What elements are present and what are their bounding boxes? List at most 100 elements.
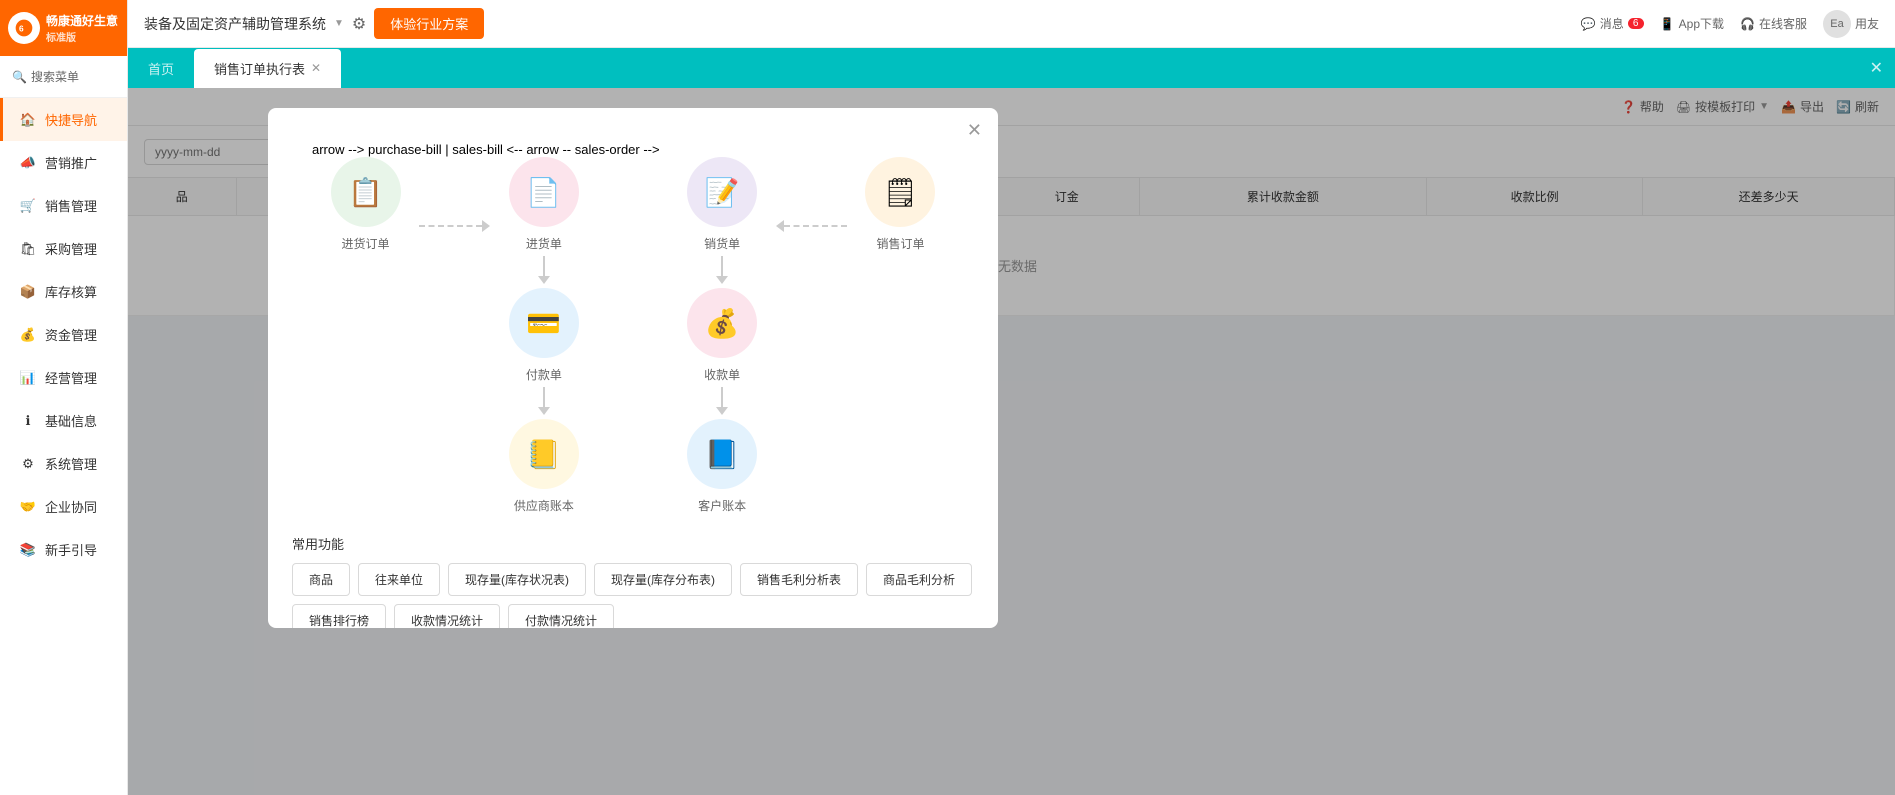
receipt-label: 收款单: [704, 366, 740, 383]
tab-sales-order[interactable]: 销售订单执行表 ✕: [194, 49, 341, 88]
sidebar-item-operations[interactable]: 📊 经营管理: [0, 356, 127, 399]
main-area: 装备及固定资产辅助管理系统 ▼ ⚙ 体验行业方案 💬 消息 6 📱 App下载 …: [128, 0, 1895, 795]
func-btn-0[interactable]: 商品: [292, 563, 350, 596]
func-btn-3[interactable]: 现存量(库存分布表): [594, 563, 732, 596]
top-header: 装备及固定资产辅助管理系统 ▼ ⚙ 体验行业方案 💬 消息 6 📱 App下载 …: [128, 0, 1895, 48]
flow-node-payment[interactable]: 💳 付款单: [490, 288, 597, 383]
purchase-bill-label: 进货单: [526, 235, 562, 252]
logo-text: 畅康通好生意 标准版: [46, 12, 118, 44]
guide-icon: 📚: [19, 541, 37, 559]
content-area: ❓ 帮助 🖨 按模板打印 ▼ 📤 导出 🔄 刷新 📅 单据状态: [128, 88, 1895, 795]
system-icon: ⚙: [19, 455, 37, 473]
settings-icon[interactable]: ⚙: [352, 14, 366, 34]
svg-text:6: 6: [19, 23, 24, 33]
header-actions: 💬 消息 6 📱 App下载 🎧 在线客服 Ea 用友: [1581, 10, 1879, 38]
flow-node-customer-ledger[interactable]: 📘 客户账本: [669, 419, 776, 514]
arrow-purchase-to-bill: [419, 220, 490, 232]
flow-node-sales-order[interactable]: 🗒 销售订单: [847, 157, 954, 252]
sidebar-logo: 6 畅康通好生意 标准版: [0, 0, 127, 56]
common-functions: 常用功能 商品 往来单位 现存量(库存状况表) 现存量(库存分布表) 销售毛利分…: [292, 524, 974, 628]
payment-circle: 💳: [509, 288, 579, 358]
avatar: Ea: [1823, 10, 1851, 38]
app-download-btn[interactable]: 📱 App下载: [1660, 15, 1724, 32]
flow-node-supplier-ledger[interactable]: 📒 供应商账本: [490, 419, 597, 514]
logo-icon: 6: [8, 12, 40, 44]
inventory-icon: 📦: [19, 283, 37, 301]
finance-icon: 💰: [19, 326, 37, 344]
flow-node-receipt[interactable]: 💰 收款单: [669, 288, 776, 383]
func-btn-2[interactable]: 现存量(库存状况表): [448, 563, 586, 596]
sidebar-item-inventory[interactable]: 📦 库存核算: [0, 270, 127, 313]
function-buttons-row1: 商品 往来单位 现存量(库存状况表) 现存量(库存分布表) 销售毛利分析表 商品…: [292, 563, 974, 596]
customer-ledger-label: 客户账本: [698, 497, 746, 514]
func-btn-6[interactable]: 销售排行榜: [292, 604, 386, 628]
operations-icon: 📊: [19, 369, 37, 387]
tab-home[interactable]: 首页: [128, 49, 194, 88]
sidebar-item-marketing[interactable]: 📣 营销推广: [0, 141, 127, 184]
receipt-circle: 💰: [687, 288, 757, 358]
flow-node-purchase-order[interactable]: 📋 进货订单: [312, 157, 419, 252]
sales-bill-circle: 📝: [687, 157, 757, 227]
supplier-ledger-circle: 📒: [509, 419, 579, 489]
purchase-order-circle: 📋: [331, 157, 401, 227]
purchase-icon: 🛍: [19, 240, 37, 258]
search-menu-btn[interactable]: 🔍 搜索菜单: [8, 64, 119, 89]
header-left: 装备及固定资产辅助管理系统 ▼ ⚙ 体验行业方案: [144, 8, 484, 39]
home-icon: 🏠: [19, 111, 37, 129]
func-btn-1[interactable]: 往来单位: [358, 563, 440, 596]
flow-node-purchase-bill[interactable]: 📄 进货单: [490, 157, 597, 252]
sidebar-item-guide[interactable]: 📚 新手引导: [0, 528, 127, 571]
func-btn-4[interactable]: 销售毛利分析表: [740, 563, 858, 596]
modal-close-btn[interactable]: ✕: [967, 120, 982, 141]
func-btn-5[interactable]: 商品毛利分析: [866, 563, 972, 596]
func-btn-7[interactable]: 收款情况统计: [394, 604, 500, 628]
sales-icon: 🛒: [19, 197, 37, 215]
sidebar: 6 畅康通好生意 标准版 🔍 搜索菜单 🏠 快捷导航 📣 营销推广 🛒 销售管理…: [0, 0, 128, 795]
arrow-sales-order-to-bill: [776, 220, 847, 232]
search-icon: 🔍: [12, 70, 27, 84]
purchase-bill-circle: 📄: [509, 157, 579, 227]
modal-overlay: ✕ arrow --> purchase-bill | sales-bill <…: [128, 88, 1895, 795]
message-icon: 💬: [1581, 17, 1596, 31]
flow-node-sales-bill[interactable]: 📝 销货单: [669, 157, 776, 252]
customer-ledger-circle: 📘: [687, 419, 757, 489]
message-badge: 6: [1628, 18, 1644, 29]
supplier-ledger-label: 供应商账本: [514, 497, 574, 514]
arrow-receipt-down: [669, 387, 776, 415]
tab-close-icon[interactable]: ✕: [311, 61, 321, 75]
flow-diagram: arrow --> purchase-bill | sales-bill <--…: [292, 132, 974, 524]
flow-modal: ✕ arrow --> purchase-bill | sales-bill <…: [268, 108, 998, 628]
sidebar-item-basic-info[interactable]: ℹ 基础信息: [0, 399, 127, 442]
user-menu[interactable]: Ea 用友: [1823, 10, 1879, 38]
message-btn[interactable]: 💬 消息 6: [1581, 15, 1644, 32]
purchase-order-label: 进货订单: [341, 235, 389, 252]
enterprise-icon: 🤝: [19, 498, 37, 516]
sidebar-item-system[interactable]: ⚙ 系统管理: [0, 442, 127, 485]
sidebar-item-sales[interactable]: 🛒 销售管理: [0, 184, 127, 227]
sales-bill-label: 销货单: [704, 235, 740, 252]
sidebar-item-quick-nav[interactable]: 🏠 快捷导航: [0, 98, 127, 141]
sales-order-label: 销售订单: [876, 235, 924, 252]
service-icon: 🎧: [1740, 17, 1755, 31]
sidebar-nav: 🏠 快捷导航 📣 营销推广 🛒 销售管理 🛍 采购管理 📦 库存核算 💰 资金管…: [0, 98, 127, 795]
sidebar-item-finance[interactable]: 💰 资金管理: [0, 313, 127, 356]
marketing-icon: 📣: [19, 154, 37, 172]
info-icon: ℹ: [19, 412, 37, 430]
dropdown-icon[interactable]: ▼: [334, 18, 344, 29]
online-service-btn[interactable]: 🎧 在线客服: [1740, 15, 1807, 32]
arrow-sales-bill-down: [669, 256, 776, 284]
tab-bar: 首页 销售订单执行表 ✕ ✕: [128, 48, 1895, 88]
sidebar-search[interactable]: 🔍 搜索菜单: [0, 56, 127, 98]
trial-button[interactable]: 体验行业方案: [374, 8, 484, 39]
arrow-purchase-bill-down: [490, 256, 597, 284]
sales-order-circle: 🗒: [865, 157, 935, 227]
payment-label: 付款单: [526, 366, 562, 383]
sidebar-item-purchase[interactable]: 🛍 采购管理: [0, 227, 127, 270]
func-btn-8[interactable]: 付款情况统计: [508, 604, 614, 628]
system-title: 装备及固定资产辅助管理系统: [144, 14, 326, 34]
sidebar-item-enterprise[interactable]: 🤝 企业协同: [0, 485, 127, 528]
common-functions-title: 常用功能: [292, 534, 974, 553]
arrow-payment-down: [490, 387, 597, 415]
close-all-tabs-btn[interactable]: ✕: [1858, 58, 1895, 78]
download-icon: 📱: [1660, 17, 1675, 31]
